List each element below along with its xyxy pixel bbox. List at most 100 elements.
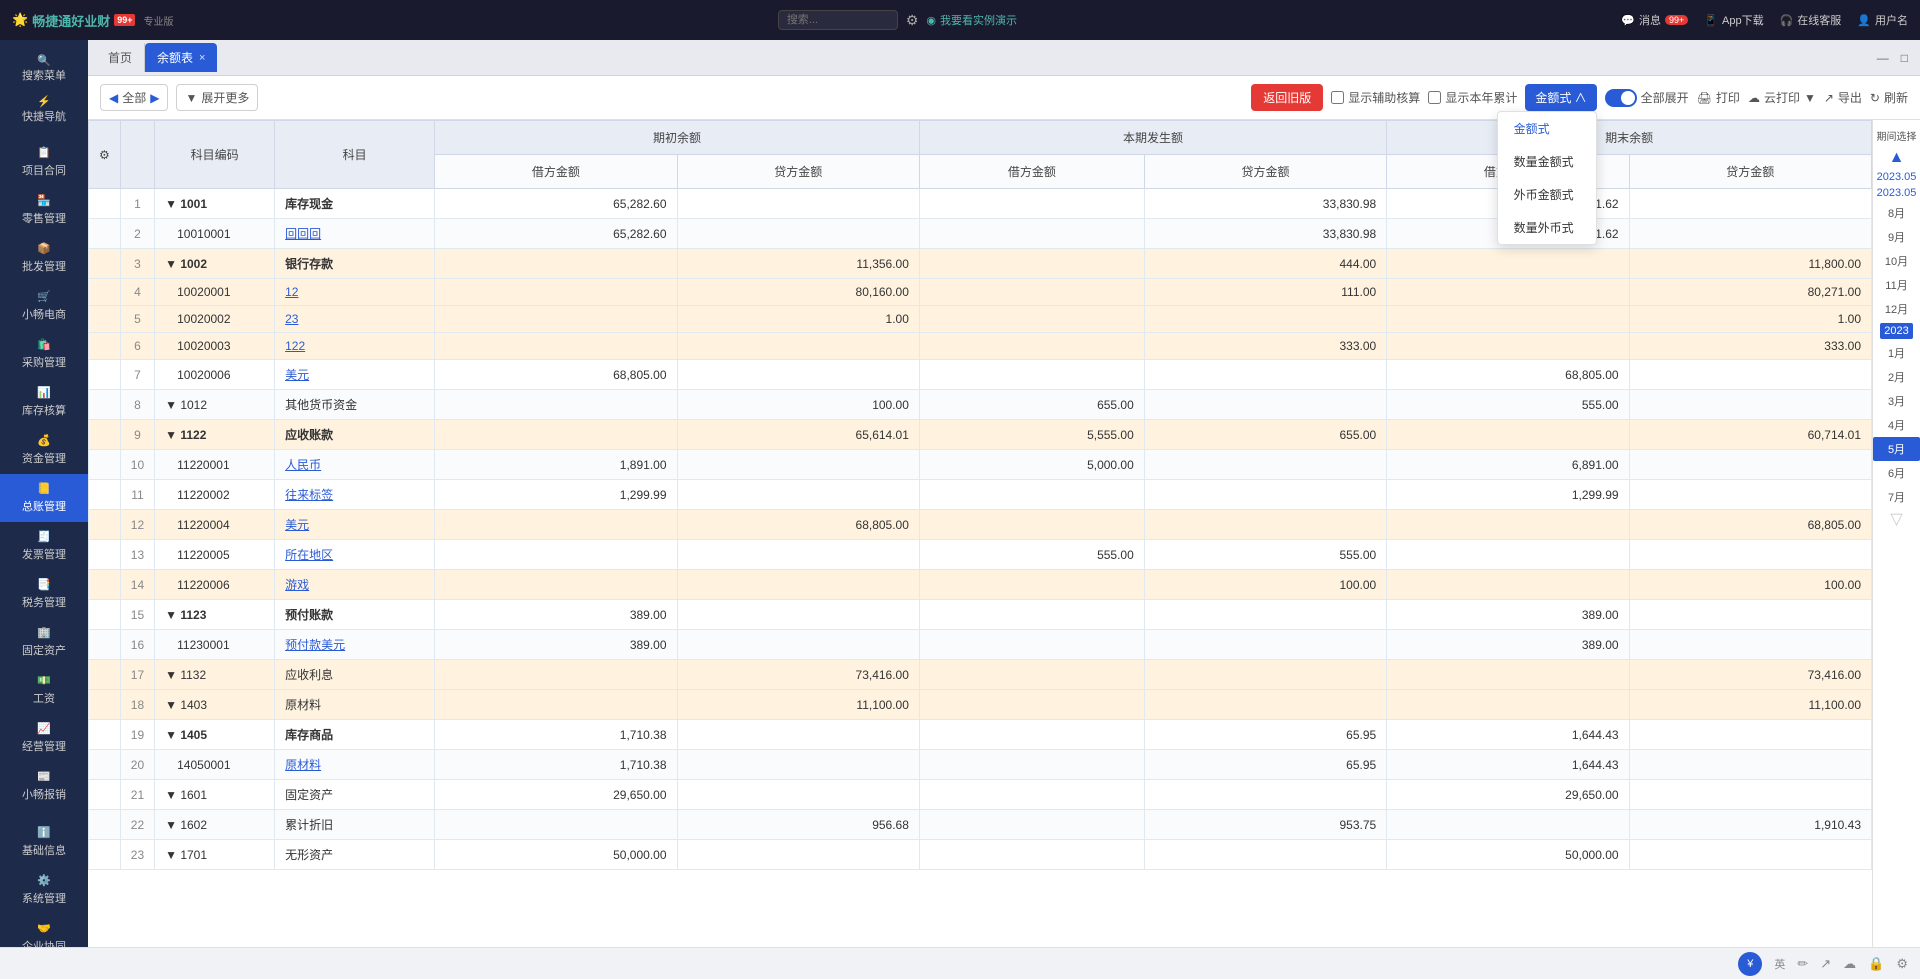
table-row[interactable]: 14 11220006 游戏 100.00 100.00 (89, 570, 1872, 600)
status-currency-btn[interactable]: ¥ (1738, 952, 1762, 976)
period-month-5[interactable]: 5月 (1873, 437, 1920, 461)
period-month-6[interactable]: 6月 (1873, 461, 1920, 485)
demo-link[interactable]: ◉ 我要看实例演示 (926, 12, 1017, 28)
table-row[interactable]: 18 ▼ 1403 原材料 11,100.00 11,100.00 (89, 690, 1872, 720)
cell-name[interactable]: 无形资产 (275, 840, 435, 870)
cell-name[interactable]: 预付账款 (275, 600, 435, 630)
table-row[interactable]: 21 ▼ 1601 固定资产 29,650.00 29,650.00 (89, 780, 1872, 810)
cell-name[interactable]: 预付款美元 (275, 630, 435, 660)
table-row[interactable]: 16 11230001 预付款美元 389.00 389.00 (89, 630, 1872, 660)
table-row[interactable]: 1 ▼ 1001 库存现金 65,282.60 33,830.98 31,451… (89, 189, 1872, 219)
tab-home[interactable]: 首页 (96, 43, 145, 72)
table-row[interactable]: 11 11220002 往来标签 1,299.99 1,299.99 (89, 480, 1872, 510)
all-subjects-btn[interactable]: ◀ 全部 ▶ (100, 84, 168, 111)
sidebar-item-report[interactable]: 📰小畅报销 (0, 762, 88, 810)
user-btn[interactable]: 👤 用户名 (1857, 12, 1908, 28)
table-row[interactable]: 23 ▼ 1701 无形资产 50,000.00 50,000.00 (89, 840, 1872, 870)
th-settings[interactable]: ⚙ (89, 121, 121, 189)
status-lock-icon[interactable]: 🔒 (1868, 956, 1884, 972)
period-nav-down[interactable]: ▽ (1890, 509, 1902, 529)
sidebar-item-basic[interactable]: ℹ️基础信息 (0, 818, 88, 866)
sidebar-search[interactable]: 🔍搜索菜单 (0, 48, 88, 89)
period-month-4[interactable]: 4月 (1873, 413, 1920, 437)
expand-all-btn[interactable]: 全部展开 (1605, 89, 1689, 107)
amount-option-qty-amount[interactable]: 数量金额式 (1498, 145, 1596, 178)
cell-name[interactable]: 银行存款 (275, 249, 435, 279)
window-minimize-btn[interactable]: — (1873, 49, 1893, 67)
cell-name[interactable]: 原材料 (275, 750, 435, 780)
service-btn[interactable]: 🎧 在线客服 (1780, 12, 1842, 28)
sidebar-item-salary[interactable]: 💵工资 (0, 666, 88, 714)
table-row[interactable]: 3 ▼ 1002 银行存款 11,356.00 444.00 11,800.00 (89, 249, 1872, 279)
status-arrow-icon[interactable]: ↗ (1820, 956, 1831, 972)
sidebar-item-finance[interactable]: 💰资金管理 (0, 426, 88, 474)
period-month-3[interactable]: 3月 (1873, 389, 1920, 413)
period-month-9[interactable]: 9月 (1873, 225, 1920, 249)
amount-option-foreign[interactable]: 外币金额式 (1498, 178, 1596, 211)
sidebar-item-system[interactable]: ⚙️系统管理 (0, 866, 88, 914)
expand-all-toggle[interactable] (1605, 89, 1637, 107)
period-month-10[interactable]: 10月 (1873, 249, 1920, 273)
period-year-start[interactable]: 2023.05 (1875, 169, 1919, 185)
sidebar-item-ecommerce[interactable]: 🛒小畅电商 (0, 282, 88, 330)
period-nav-up[interactable]: ▲ (1887, 147, 1907, 169)
table-row[interactable]: 8 ▼ 1012 其他货币资金 100.00 655.00 555.00 (89, 390, 1872, 420)
show-assist-checkbox[interactable] (1331, 91, 1344, 104)
cell-name[interactable]: 往来标签 (275, 480, 435, 510)
cell-name[interactable]: 应收利息 (275, 660, 435, 690)
period-month-2[interactable]: 2月 (1873, 365, 1920, 389)
table-row[interactable]: 22 ▼ 1602 累计折旧 956.68 953.75 1,910.43 (89, 810, 1872, 840)
table-row[interactable]: 17 ▼ 1132 应收利息 73,416.00 73,416.00 (89, 660, 1872, 690)
period-month-11[interactable]: 11月 (1873, 273, 1920, 297)
sidebar-item-retail[interactable]: 🏪零售管理 (0, 186, 88, 234)
cell-name[interactable]: 应收账款 (275, 420, 435, 450)
table-container[interactable]: ⚙ 科目编码 科目 期初余额 本期发生额 期末余额 借方金额 (88, 120, 1872, 947)
table-row[interactable]: 9 ▼ 1122 应收账款 65,614.01 5,555.00 655.00 … (89, 420, 1872, 450)
show-year-check[interactable]: 显示本年累计 (1428, 89, 1517, 106)
sidebar-item-accounting[interactable]: 📒总账管理 (0, 474, 88, 522)
cloud-print-btn[interactable]: ☁ 云打印 ▼ (1748, 89, 1816, 106)
cell-name[interactable]: 美元 (275, 360, 435, 390)
tab-close-btn[interactable]: × (199, 52, 205, 64)
export-btn[interactable]: ↗ 导出 (1824, 89, 1862, 106)
cell-name[interactable]: 库存商品 (275, 720, 435, 750)
header-settings-icon[interactable]: ⚙ (906, 12, 919, 29)
refresh-btn[interactable]: ↻ 刷新 (1870, 89, 1908, 106)
status-settings-icon[interactable]: ⚙ (1896, 956, 1908, 972)
cell-name[interactable]: 累计折旧 (275, 810, 435, 840)
status-cloud-icon[interactable]: ☁ (1843, 956, 1856, 972)
amount-option-qty-foreign[interactable]: 数量外币式 (1498, 211, 1596, 244)
table-row[interactable]: 19 ▼ 1405 库存商品 1,710.38 65.95 1,644.43 (89, 720, 1872, 750)
table-row[interactable]: 2 10010001 回回回 65,282.60 33,830.98 31,45… (89, 219, 1872, 249)
table-row[interactable]: 10 11220001 人民币 1,891.00 5,000.00 6,891.… (89, 450, 1872, 480)
cell-name[interactable]: 人民币 (275, 450, 435, 480)
cell-name[interactable]: 库存现金 (275, 189, 435, 219)
table-row[interactable]: 5 10020002 23 1.00 1.00 (89, 306, 1872, 333)
table-row[interactable]: 13 11220005 所在地区 555.00 555.00 (89, 540, 1872, 570)
cell-name[interactable]: 所在地区 (275, 540, 435, 570)
cell-name[interactable]: 原材料 (275, 690, 435, 720)
sidebar-item-tax[interactable]: 📑税务管理 (0, 570, 88, 618)
sidebar-item-inventory[interactable]: 📊库存核算 (0, 378, 88, 426)
period-month-7[interactable]: 7月 (1873, 485, 1920, 509)
period-month-1[interactable]: 1月 (1873, 341, 1920, 365)
show-year-checkbox[interactable] (1428, 91, 1441, 104)
cell-name[interactable]: 游戏 (275, 570, 435, 600)
tab-balance-sheet[interactable]: 余额表 × (145, 43, 217, 72)
expand-more-btn[interactable]: ▼ 展开更多 (176, 84, 258, 111)
cell-name[interactable]: 固定资产 (275, 780, 435, 810)
table-row[interactable]: 12 11220004 美元 68,805.00 68,805.00 (89, 510, 1872, 540)
cell-name[interactable]: 23 (275, 306, 435, 333)
amount-style-btn[interactable]: 金额式 ∧ (1525, 84, 1596, 111)
table-row[interactable]: 20 14050001 原材料 1,710.38 65.95 1,644.43 (89, 750, 1872, 780)
cell-name[interactable]: 美元 (275, 510, 435, 540)
show-assist-check[interactable]: 显示辅助核算 (1331, 89, 1420, 106)
sidebar-item-assets[interactable]: 🏢固定资产 (0, 618, 88, 666)
print-btn[interactable]: 🖨 打印 (1697, 89, 1740, 106)
amount-option-amount[interactable]: 金额式 (1498, 112, 1596, 145)
sidebar-item-operations[interactable]: 📈经营管理 (0, 714, 88, 762)
period-year-end[interactable]: 2023.05 (1875, 185, 1919, 201)
download-btn[interactable]: 📱 App下载 (1704, 12, 1763, 28)
cell-name[interactable]: 12 (275, 279, 435, 306)
sidebar-quicknav[interactable]: ⚡快捷导航 (0, 89, 88, 130)
